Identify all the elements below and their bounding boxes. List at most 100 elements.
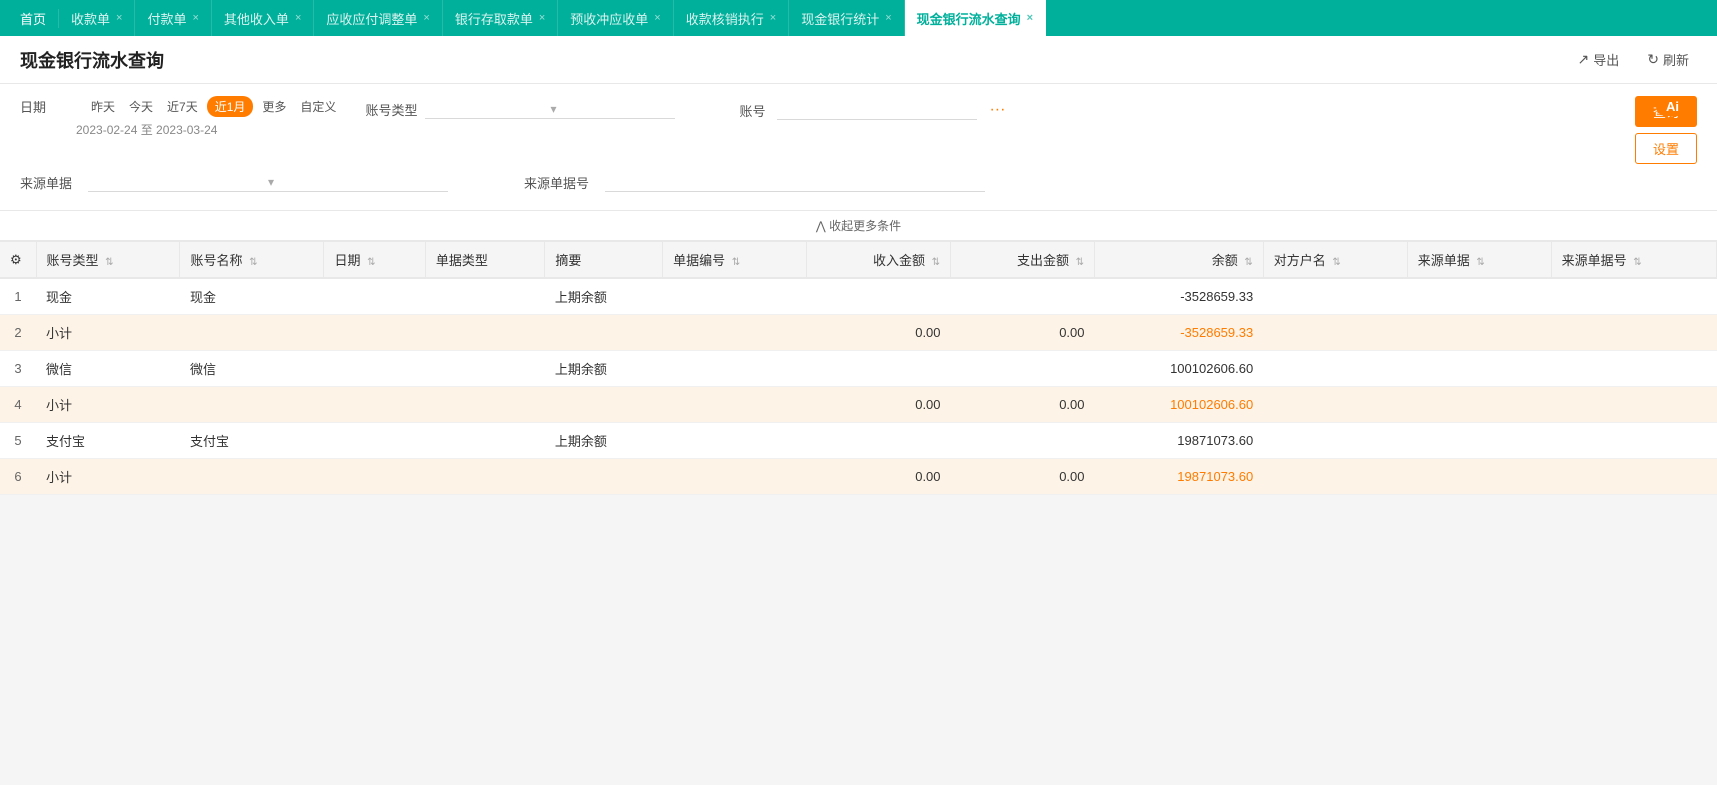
close-tab-8[interactable]: × <box>1027 12 1033 24</box>
nav-tab-0[interactable]: 收款单 × <box>59 0 135 36</box>
col-summary: 摘要 <box>545 242 663 279</box>
date-range-text: 2023-02-24 至 2023-03-24 <box>76 123 217 137</box>
date-btn-custom[interactable]: 自定义 <box>295 96 341 117</box>
sort-doc-no-icon: ⇅ <box>732 257 740 268</box>
cell-doc-no <box>663 278 807 315</box>
cell-doc-no <box>663 459 807 495</box>
cell-income <box>807 278 951 315</box>
cell-account-name: 现金 <box>180 278 324 315</box>
cell-expense: 0.00 <box>951 387 1095 423</box>
cell-doc-type <box>425 387 544 423</box>
export-button[interactable]: ↗ 导出 <box>1570 46 1628 73</box>
cell-doc-type <box>425 459 544 495</box>
nav-tab-2[interactable]: 其他收入单 × <box>212 0 314 36</box>
col-balance[interactable]: 余额 ⇅ <box>1095 242 1264 279</box>
close-tab-7[interactable]: × <box>885 12 891 24</box>
cell-source-doc <box>1407 423 1551 459</box>
close-tab-6[interactable]: × <box>770 12 776 24</box>
cell-date <box>324 278 425 315</box>
cell-counterparty <box>1263 351 1407 387</box>
nav-tab-4[interactable]: 银行存取款单 × <box>443 0 558 36</box>
account-ellipsis-button[interactable]: ··· <box>989 101 1005 119</box>
cell-source-doc <box>1407 278 1551 315</box>
date-btn-1month[interactable]: 近1月 <box>207 96 254 117</box>
col-expense[interactable]: 支出金额 ⇅ <box>951 242 1095 279</box>
sort-expense-icon: ⇅ <box>1076 257 1084 268</box>
close-tab-3[interactable]: × <box>423 12 429 24</box>
cell-source-doc <box>1407 315 1551 351</box>
date-btn-more[interactable]: 更多 <box>257 96 291 117</box>
table-row: 6小计0.000.0019871073.60 <box>0 459 1717 495</box>
row-number: 5 <box>0 423 36 459</box>
cell-balance: 19871073.60 <box>1095 423 1264 459</box>
close-tab-2[interactable]: × <box>295 12 301 24</box>
source-doc-select[interactable]: ▾ <box>88 173 448 192</box>
cell-counterparty <box>1263 387 1407 423</box>
row-number: 3 <box>0 351 36 387</box>
nav-tab-7[interactable]: 现金银行统计 × <box>789 0 904 36</box>
cell-expense <box>951 278 1095 315</box>
table-row: 4小计0.000.00100102606.60 <box>0 387 1717 423</box>
refresh-button[interactable]: ↻ 刷新 <box>1639 46 1697 73</box>
sort-source-doc-icon: ⇅ <box>1476 257 1484 268</box>
nav-home[interactable]: 首页 <box>8 9 59 28</box>
col-doc-no[interactable]: 单据编号 ⇅ <box>663 242 807 279</box>
col-source-doc[interactable]: 来源单据 ⇅ <box>1407 242 1551 279</box>
row-number: 6 <box>0 459 36 495</box>
table-row: 1现金现金上期余额-3528659.33 <box>0 278 1717 315</box>
col-date[interactable]: 日期 ⇅ <box>324 242 425 279</box>
cell-date <box>324 387 425 423</box>
table-row: 5支付宝支付宝上期余额19871073.60 <box>0 423 1717 459</box>
account-type-select[interactable]: ▾ <box>425 100 675 119</box>
close-tab-0[interactable]: × <box>116 12 122 24</box>
date-btn-today[interactable]: 今天 <box>124 96 158 117</box>
close-tab-5[interactable]: × <box>654 12 660 24</box>
nav-tab-1[interactable]: 付款单 × <box>135 0 211 36</box>
cell-summary <box>545 387 663 423</box>
cell-summary <box>545 459 663 495</box>
close-tab-1[interactable]: × <box>192 12 198 24</box>
col-settings: ⚙ <box>0 242 36 279</box>
filter-area: 日期 昨天 今天 近7天 近1月 更多 自定义 2023-02-24 至 202… <box>0 84 1717 211</box>
col-source-doc-no[interactable]: 来源单据号 ⇅ <box>1551 242 1716 279</box>
cell-account-name <box>180 315 324 351</box>
ai-badge[interactable]: Ai <box>1656 97 1689 116</box>
cell-source-doc-no <box>1551 459 1716 495</box>
nav-tab-5[interactable]: 预收冲应收单 × <box>558 0 673 36</box>
date-btn-7days[interactable]: 近7天 <box>162 96 203 117</box>
col-account-type[interactable]: 账号类型 ⇅ <box>36 242 180 279</box>
col-counterparty[interactable]: 对方户名 ⇅ <box>1263 242 1407 279</box>
cell-expense: 0.00 <box>951 315 1095 351</box>
col-account-name[interactable]: 账号名称 ⇅ <box>180 242 324 279</box>
collapse-bar[interactable]: ⋀ 收起更多条件 <box>0 211 1717 241</box>
collapse-icon: ⋀ <box>816 219 826 233</box>
cell-date <box>324 459 425 495</box>
row-number: 1 <box>0 278 36 315</box>
cell-balance: -3528659.33 <box>1095 278 1264 315</box>
source-doc-num-label: 来源单据号 <box>524 173 589 192</box>
sort-account-type-icon: ⇅ <box>105 257 113 268</box>
col-income[interactable]: 收入金额 ⇅ <box>807 242 951 279</box>
close-tab-4[interactable]: × <box>539 12 545 24</box>
nav-tab-8[interactable]: 现金银行流水查询 × <box>905 0 1046 36</box>
cell-income <box>807 423 951 459</box>
date-btn-yesterday[interactable]: 昨天 <box>86 96 120 117</box>
cell-expense: 0.00 <box>951 459 1095 495</box>
cell-counterparty <box>1263 459 1407 495</box>
cell-balance: 100102606.60 <box>1095 387 1264 423</box>
settings-button[interactable]: 设置 <box>1635 133 1697 164</box>
settings-icon[interactable]: ⚙ <box>10 252 22 267</box>
data-table: ⚙ 账号类型 ⇅ 账号名称 ⇅ 日期 ⇅ 单据类型 摘要 <box>0 241 1717 495</box>
nav-tab-3[interactable]: 应收应付调整单 × <box>314 0 442 36</box>
cell-source-doc <box>1407 387 1551 423</box>
source-doc-num-input[interactable] <box>605 172 985 192</box>
cell-doc-no <box>663 423 807 459</box>
account-input[interactable] <box>777 100 977 120</box>
source-doc-arrow-icon: ▾ <box>268 175 444 189</box>
cell-expense <box>951 423 1095 459</box>
sort-date-icon: ⇅ <box>367 257 375 268</box>
cell-summary: 上期余额 <box>545 423 663 459</box>
cell-doc-type <box>425 351 544 387</box>
nav-tab-6[interactable]: 收款核销执行 × <box>674 0 789 36</box>
cell-account-type: 支付宝 <box>36 423 180 459</box>
